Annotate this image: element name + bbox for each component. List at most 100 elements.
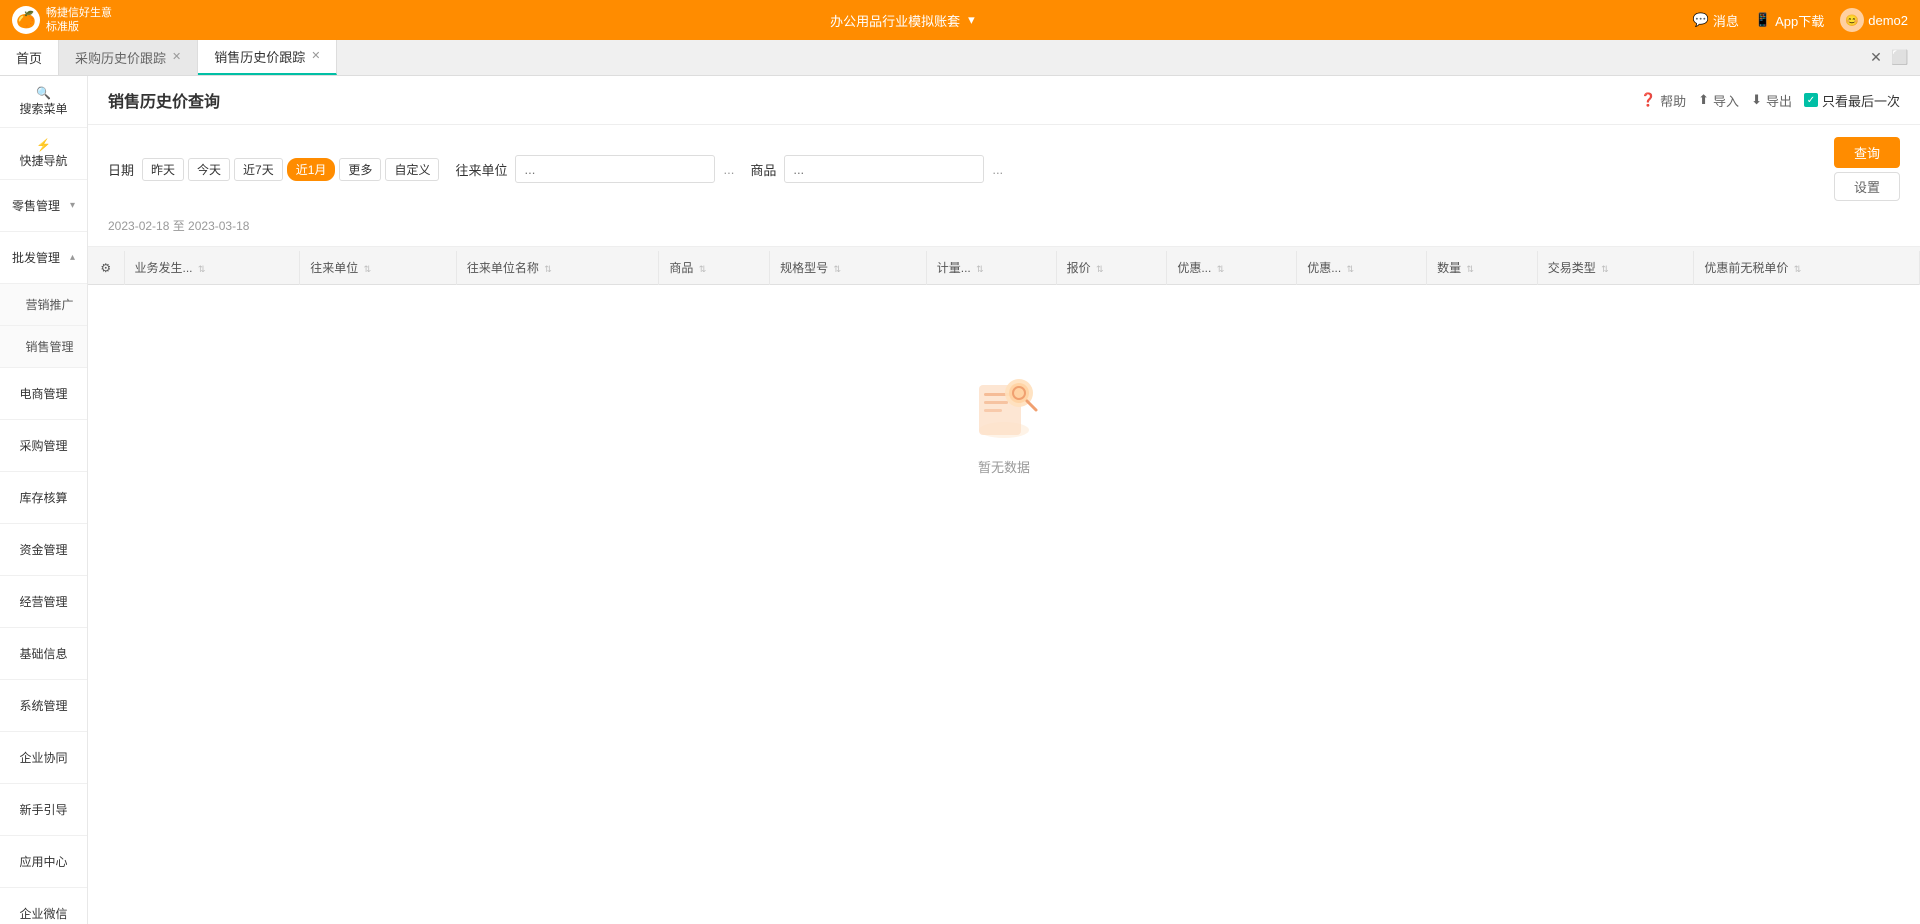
date-range-text: 2023-02-18 至 2023-03-18 [108, 219, 249, 233]
date-range-display: 2023-02-18 至 2023-03-18 [108, 217, 249, 234]
message-btn[interactable]: 💬 消息 [1693, 11, 1739, 30]
table-header-row: ⚙ 业务发生... ⇅ 往来单位 ⇅ 往来单位名称 ⇅ 商品 ⇅ [88, 251, 1920, 285]
dropdown-icon[interactable]: ▾ [968, 12, 975, 28]
date-btn-today[interactable]: 今天 [188, 158, 230, 181]
th-discount1[interactable]: 优惠... ⇅ [1167, 251, 1297, 285]
date-filter-group: 日期 昨天 今天 近7天 近1月 更多 自定义 [108, 158, 439, 181]
partner-input[interactable] [515, 155, 715, 183]
date-btn-custom[interactable]: 自定义 [385, 158, 439, 181]
th-unit[interactable]: 计量... ⇅ [926, 251, 1056, 285]
app-download-label: App下载 [1775, 11, 1824, 30]
tab-purchase-history[interactable]: 采购历史价跟踪 ✕ [59, 40, 198, 75]
sort-icon-partner-name: ⇅ [544, 264, 552, 274]
sidebar-item-wechat[interactable]: 企业微信 [0, 888, 87, 924]
sidebar-wholesale-arrow: ▴ [70, 252, 75, 263]
sidebar-item-operations[interactable]: 经营管理 [0, 576, 87, 628]
sort-icon-spec: ⇅ [833, 264, 841, 274]
sort-icon-biz-date: ⇅ [198, 264, 206, 274]
tab-sales-history-close[interactable]: ✕ [311, 51, 320, 62]
partner-label: 往来单位 [455, 160, 507, 179]
empty-icon [964, 365, 1044, 445]
window-close-btn[interactable]: ✕ [1868, 50, 1884, 66]
logo-area: 🍊 畅捷信好生意 标准版 [12, 6, 112, 35]
sidebar: 🔍 搜索菜单 ⚡ 快捷导航 零售管理 ▾ 批发管理 ▴ 营销推广 销售管理 电商… [0, 76, 88, 924]
sort-icon-quantity: ⇅ [1466, 264, 1474, 274]
sidebar-item-wholesale-mgmt[interactable]: 批发管理 ▴ [0, 232, 87, 284]
sidebar-item-finance[interactable]: 资金管理 [0, 524, 87, 576]
help-label: 帮助 [1660, 91, 1686, 110]
page-title-bar: 销售历史价查询 ❓ 帮助 ⬆ 导入 ⬇ 导出 ✓ 只看最后一次 [88, 76, 1920, 125]
last-only-checkbox[interactable]: ✓ [1804, 93, 1818, 107]
tab-purchase-history-label: 采购历史价跟踪 [75, 48, 166, 67]
action-buttons: 查询 设置 [1834, 137, 1900, 201]
goods-filter-group: 商品 ... [750, 155, 1003, 183]
th-partner-name[interactable]: 往来单位名称 ⇅ [456, 251, 659, 285]
header-left: 🍊 畅捷信好生意 标准版 [12, 6, 112, 35]
user-area[interactable]: 😊 demo2 [1840, 8, 1908, 32]
date-btn-yesterday[interactable]: 昨天 [142, 158, 184, 181]
sidebar-search-icon: 🔍 [36, 86, 51, 100]
partner-dots: ... [723, 162, 734, 177]
query-btn[interactable]: 查询 [1834, 137, 1900, 168]
sidebar-item-purchase[interactable]: 采购管理 [0, 420, 87, 472]
th-price[interactable]: 报价 ⇅ [1056, 251, 1167, 285]
sidebar-item-inventory[interactable]: 库存核算 [0, 472, 87, 524]
sidebar-item-sales-mgmt[interactable]: 销售管理 [0, 326, 87, 368]
last-only-checkbox-label[interactable]: ✓ 只看最后一次 [1804, 91, 1900, 110]
th-goods[interactable]: 商品 ⇅ [659, 251, 770, 285]
date-btn-last1month[interactable]: 近1月 [287, 158, 336, 181]
sidebar-item-guide[interactable]: 新手引导 [0, 784, 87, 836]
help-btn[interactable]: ❓ 帮助 [1640, 91, 1686, 110]
window-controls: ✕ ⬜ [1856, 50, 1920, 66]
th-pre-tax-price[interactable]: 优惠前无税单价 ⇅ [1694, 251, 1920, 285]
sort-icon-pre-tax-price: ⇅ [1794, 264, 1802, 274]
window-maximize-btn[interactable]: ⬜ [1892, 50, 1908, 66]
export-btn[interactable]: ⬇ 导出 [1751, 91, 1792, 110]
th-discount2[interactable]: 优惠... ⇅ [1297, 251, 1427, 285]
sort-icon-partner-code: ⇅ [364, 264, 372, 274]
date-btn-more[interactable]: 更多 [339, 158, 381, 181]
sidebar-retail-label: 零售管理 [12, 197, 60, 214]
export-icon: ⬇ [1751, 92, 1762, 108]
goods-input[interactable] [784, 155, 984, 183]
app-download-btn[interactable]: 📱 App下载 [1755, 11, 1824, 30]
tab-home[interactable]: 首页 [0, 40, 59, 75]
user-name: demo2 [1868, 13, 1908, 28]
sidebar-item-basic-info[interactable]: 基础信息 [0, 628, 87, 680]
sort-icon-goods: ⇅ [699, 264, 707, 274]
tab-home-label: 首页 [16, 48, 42, 67]
import-btn[interactable]: ⬆ 导入 [1698, 91, 1739, 110]
message-label: 消息 [1713, 11, 1739, 30]
sidebar-item-search-menu[interactable]: 🔍 搜索菜单 [0, 76, 87, 128]
sidebar-item-enterprise[interactable]: 企业协同 [0, 732, 87, 784]
th-trade-type[interactable]: 交易类型 ⇅ [1537, 251, 1694, 285]
sidebar-item-quick-nav[interactable]: ⚡ 快捷导航 [0, 128, 87, 180]
sort-icon-discount1: ⇅ [1217, 264, 1225, 274]
tab-purchase-history-close[interactable]: ✕ [172, 52, 181, 63]
filter-area: 日期 昨天 今天 近7天 近1月 更多 自定义 往来单位 ... [88, 125, 1920, 247]
table-container[interactable]: ⚙ 业务发生... ⇅ 往来单位 ⇅ 往来单位名称 ⇅ 商品 ⇅ [88, 251, 1920, 924]
tab-sales-history[interactable]: 销售历史价跟踪 ✕ [198, 40, 337, 75]
sidebar-sales-label: 销售管理 [25, 338, 73, 355]
export-label: 导出 [1766, 91, 1792, 110]
main-layout: 🔍 搜索菜单 ⚡ 快捷导航 零售管理 ▾ 批发管理 ▴ 营销推广 销售管理 电商… [0, 76, 1920, 924]
sidebar-marketing-label: 营销推广 [25, 296, 73, 313]
sidebar-item-marketing[interactable]: 营销推广 [0, 284, 87, 326]
sidebar-item-retail-mgmt[interactable]: 零售管理 ▾ [0, 180, 87, 232]
date-btn-last7[interactable]: 近7天 [234, 158, 283, 181]
th-quantity[interactable]: 数量 ⇅ [1427, 251, 1538, 285]
settings-btn[interactable]: 设置 [1834, 172, 1900, 201]
sidebar-wholesale-label: 批发管理 [12, 249, 60, 266]
th-partner-code[interactable]: 往来单位 ⇅ [300, 251, 457, 285]
sidebar-item-app-center[interactable]: 应用中心 [0, 836, 87, 888]
sidebar-item-ecommerce[interactable]: 电商管理 [0, 368, 87, 420]
th-spec[interactable]: 规格型号 ⇅ [770, 251, 927, 285]
filter-row-1: 日期 昨天 今天 近7天 近1月 更多 自定义 往来单位 ... [108, 137, 1900, 201]
avatar: 😊 [1840, 8, 1864, 32]
goods-label: 商品 [750, 160, 776, 179]
th-gear[interactable]: ⚙ [88, 251, 124, 285]
sidebar-item-system[interactable]: 系统管理 [0, 680, 87, 732]
help-icon: ❓ [1640, 92, 1656, 108]
logo-icon: 🍊 [12, 6, 40, 34]
th-biz-date[interactable]: 业务发生... ⇅ [124, 251, 300, 285]
